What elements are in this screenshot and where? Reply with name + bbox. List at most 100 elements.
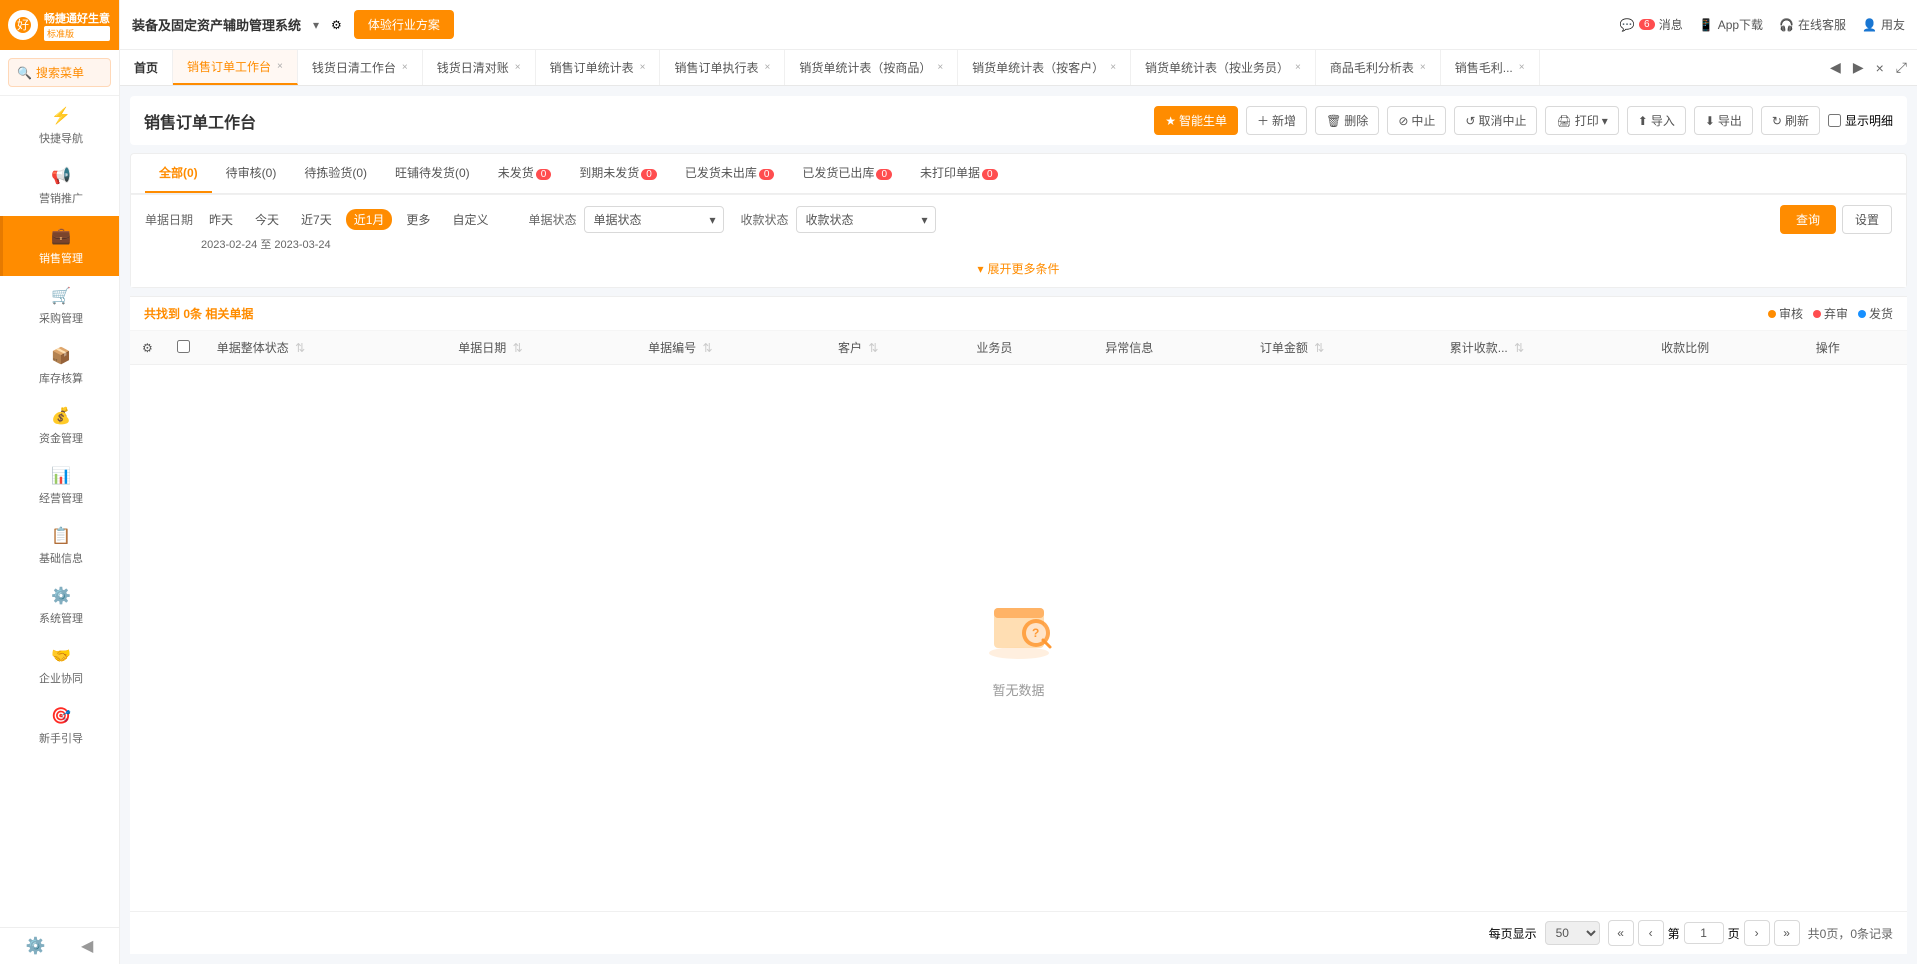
sub-tab-pending-inspect[interactable]: 待拣验货(0) — [290, 154, 381, 193]
tab-sales-exec[interactable]: 销售订单执行表 × — [660, 50, 785, 85]
tab-sales-stats[interactable]: 销售订单统计表 × — [536, 50, 661, 85]
tab-close-sales-more[interactable]: × — [1519, 62, 1525, 73]
search-menu-button[interactable]: 🔍 搜索菜单 — [8, 58, 111, 87]
next-page-button[interactable]: › — [1744, 920, 1770, 946]
sub-tab-not-shipped[interactable]: 未发货0 — [484, 154, 566, 193]
tab-close-sales-order[interactable]: × — [277, 61, 283, 72]
tab-close-sales-exec[interactable]: × — [764, 62, 770, 73]
tab-close-cash-reconcile[interactable]: × — [515, 62, 521, 73]
page-number-input[interactable] — [1684, 922, 1724, 944]
tab-sales-more[interactable]: 销售毛利... × — [1441, 50, 1540, 85]
user-action[interactable]: 👤 用友 — [1862, 16, 1905, 33]
delete-button[interactable]: 🗑 删除 — [1315, 106, 1379, 135]
sort-icon-doc-status[interactable]: ⇅ — [295, 341, 305, 355]
payment-status-select[interactable]: 收款状态 ▾ — [796, 206, 936, 233]
sort-icon-doc-no[interactable]: ⇅ — [702, 341, 712, 355]
date-7days[interactable]: 近7天 — [293, 209, 340, 230]
tab-sales-order[interactable]: 销售订单工作台 × — [173, 50, 298, 85]
date-1month[interactable]: 近1月 — [346, 209, 393, 230]
sub-tab-not-printed[interactable]: 未打印单据0 — [906, 154, 1012, 193]
tab-cash-reconcile[interactable]: 钱货日清对账 × — [423, 50, 536, 85]
collapse-icon[interactable]: ◀ — [81, 936, 93, 956]
review-quick-button[interactable]: 审核 — [1768, 305, 1803, 322]
sidebar-item-operation[interactable]: 📊 经营管理 — [0, 456, 119, 516]
tab-close-sales-summary-product[interactable]: × — [937, 62, 943, 73]
tab-prev-button[interactable]: ◀ — [1826, 57, 1845, 78]
sort-icon-amount[interactable]: ⇅ — [1314, 341, 1324, 355]
stop-button[interactable]: ⊘ 中止 — [1387, 106, 1446, 135]
sub-tab-wangpu-pending[interactable]: 旺铺待发货(0) — [381, 154, 484, 193]
sub-tab-shipped-not-out[interactable]: 已发货未出库0 — [671, 154, 789, 193]
add-button[interactable]: ＋ 新增 — [1246, 106, 1307, 135]
show-detail-checkbox[interactable] — [1828, 114, 1841, 127]
smart-create-button[interactable]: ★ 智能生单 — [1154, 106, 1238, 135]
search-button[interactable]: 查询 — [1780, 205, 1836, 234]
sort-icon-customer[interactable]: ⇅ — [868, 341, 878, 355]
orange-dot — [1768, 310, 1776, 318]
sidebar-item-quick-nav[interactable]: ⚡ 快捷导航 — [0, 96, 119, 156]
show-detail-checkbox-group[interactable]: 显示明细 — [1828, 112, 1893, 129]
date-today[interactable]: 今天 — [247, 209, 287, 230]
tab-close-sales-summary-customer[interactable]: × — [1110, 62, 1116, 73]
tab-next-button[interactable]: ▶ — [1849, 57, 1868, 78]
refresh-button[interactable]: ↻ 刷新 — [1761, 106, 1820, 135]
sidebar-item-finance[interactable]: 💰 资金管理 — [0, 396, 119, 456]
date-yesterday[interactable]: 昨天 — [201, 209, 241, 230]
sidebar-item-marketing[interactable]: 📢 营销推广 — [0, 156, 119, 216]
col-settings[interactable]: ⚙ — [130, 331, 165, 365]
export-button[interactable]: ⬇ 导出 — [1694, 106, 1753, 135]
tab-close-cash-daily[interactable]: × — [402, 62, 408, 73]
date-custom[interactable]: 自定义 — [444, 209, 496, 230]
date-more[interactable]: 更多 — [398, 209, 438, 230]
sub-tab-shipped-out[interactable]: 已发货已出库0 — [788, 154, 906, 193]
last-page-button[interactable]: » — [1774, 920, 1800, 946]
message-action[interactable]: 💬 6 消息 — [1620, 16, 1683, 33]
online-service-action[interactable]: 🎧 在线客服 — [1779, 16, 1846, 33]
sub-tab-all[interactable]: 全部(0) — [145, 154, 212, 193]
sidebar-item-guide[interactable]: 🎯 新手引导 — [0, 696, 119, 756]
sidebar-item-basic[interactable]: 📋 基础信息 — [0, 516, 119, 576]
tab-sales-summary-customer[interactable]: 销货单统计表（按客户） × — [958, 50, 1131, 85]
tab-sales-summary-staff[interactable]: 销货单统计表（按业务员） × — [1131, 50, 1316, 85]
tab-close-sales-stats[interactable]: × — [640, 62, 646, 73]
tab-cash-daily[interactable]: 钱货日清工作台 × — [298, 50, 423, 85]
doc-status-select[interactable]: 单据状态 ▾ — [584, 206, 724, 233]
settings-icon[interactable]: ⚙️ — [26, 936, 46, 956]
print-button[interactable]: 🖨 打印 ▾ — [1545, 106, 1618, 135]
first-page-button[interactable]: « — [1608, 920, 1634, 946]
tab-close-gross-profit[interactable]: × — [1420, 62, 1426, 73]
sidebar-item-inventory[interactable]: 📦 库存核算 — [0, 336, 119, 396]
app-download-action[interactable]: 📱 App下载 — [1699, 16, 1763, 33]
refresh-icon: ↻ — [1772, 114, 1782, 128]
tab-home[interactable]: 首页 — [120, 50, 173, 85]
sidebar-item-enterprise[interactable]: 🤝 企业协同 — [0, 636, 119, 696]
page-size-select[interactable]: 50 10 20 100 — [1545, 921, 1600, 945]
sidebar-item-system[interactable]: ⚙️ 系统管理 — [0, 576, 119, 636]
tab-gross-profit[interactable]: 商品毛利分析表 × — [1316, 50, 1441, 85]
cancel-stop-button[interactable]: ↺ 取消中止 — [1454, 106, 1537, 135]
date-filter: 单据日期 昨天 今天 近7天 近1月 更多 自定义 — [145, 209, 496, 230]
industry-solution-button[interactable]: 体验行业方案 — [354, 10, 454, 39]
select-all-checkbox[interactable] — [177, 340, 190, 353]
import-button[interactable]: ⬆ 导入 — [1627, 106, 1686, 135]
col-doc-date: 单据日期 ⇅ — [446, 331, 636, 365]
tab-sales-summary-product[interactable]: 销货单统计表（按商品） × — [785, 50, 958, 85]
filter-settings-button[interactable]: 设置 — [1842, 205, 1892, 234]
sort-icon-payment[interactable]: ⇅ — [1514, 341, 1524, 355]
tab-close-all-button[interactable]: × — [1872, 58, 1888, 78]
sidebar-item-sales[interactable]: 💼 销售管理 — [0, 216, 119, 276]
expand-more-button[interactable]: ▾ 展开更多条件 — [977, 260, 1059, 277]
sub-tab-pending-review[interactable]: 待审核(0) — [212, 154, 291, 193]
prev-page-button[interactable]: ‹ — [1638, 920, 1664, 946]
sort-icon-doc-date[interactable]: ⇅ — [513, 341, 523, 355]
ship-quick-button[interactable]: 发货 — [1858, 305, 1893, 322]
module-dropdown[interactable]: ▾ — [313, 18, 319, 32]
tab-close-sales-summary-staff[interactable]: × — [1295, 62, 1301, 73]
tab-expand-button[interactable]: ⤢ — [1892, 57, 1911, 78]
sub-tab-overdue-not-shipped[interactable]: 到期未发货0 — [565, 154, 671, 193]
date-buttons: 昨天 今天 近7天 近1月 更多 自定义 — [201, 209, 496, 230]
sidebar-item-purchase[interactable]: 🛒 采购管理 — [0, 276, 119, 336]
settings-icon[interactable]: ⚙ — [331, 18, 342, 32]
cancel-review-quick-button[interactable]: 弃审 — [1813, 305, 1848, 322]
chevron-down-icon2: ▾ — [977, 262, 983, 276]
